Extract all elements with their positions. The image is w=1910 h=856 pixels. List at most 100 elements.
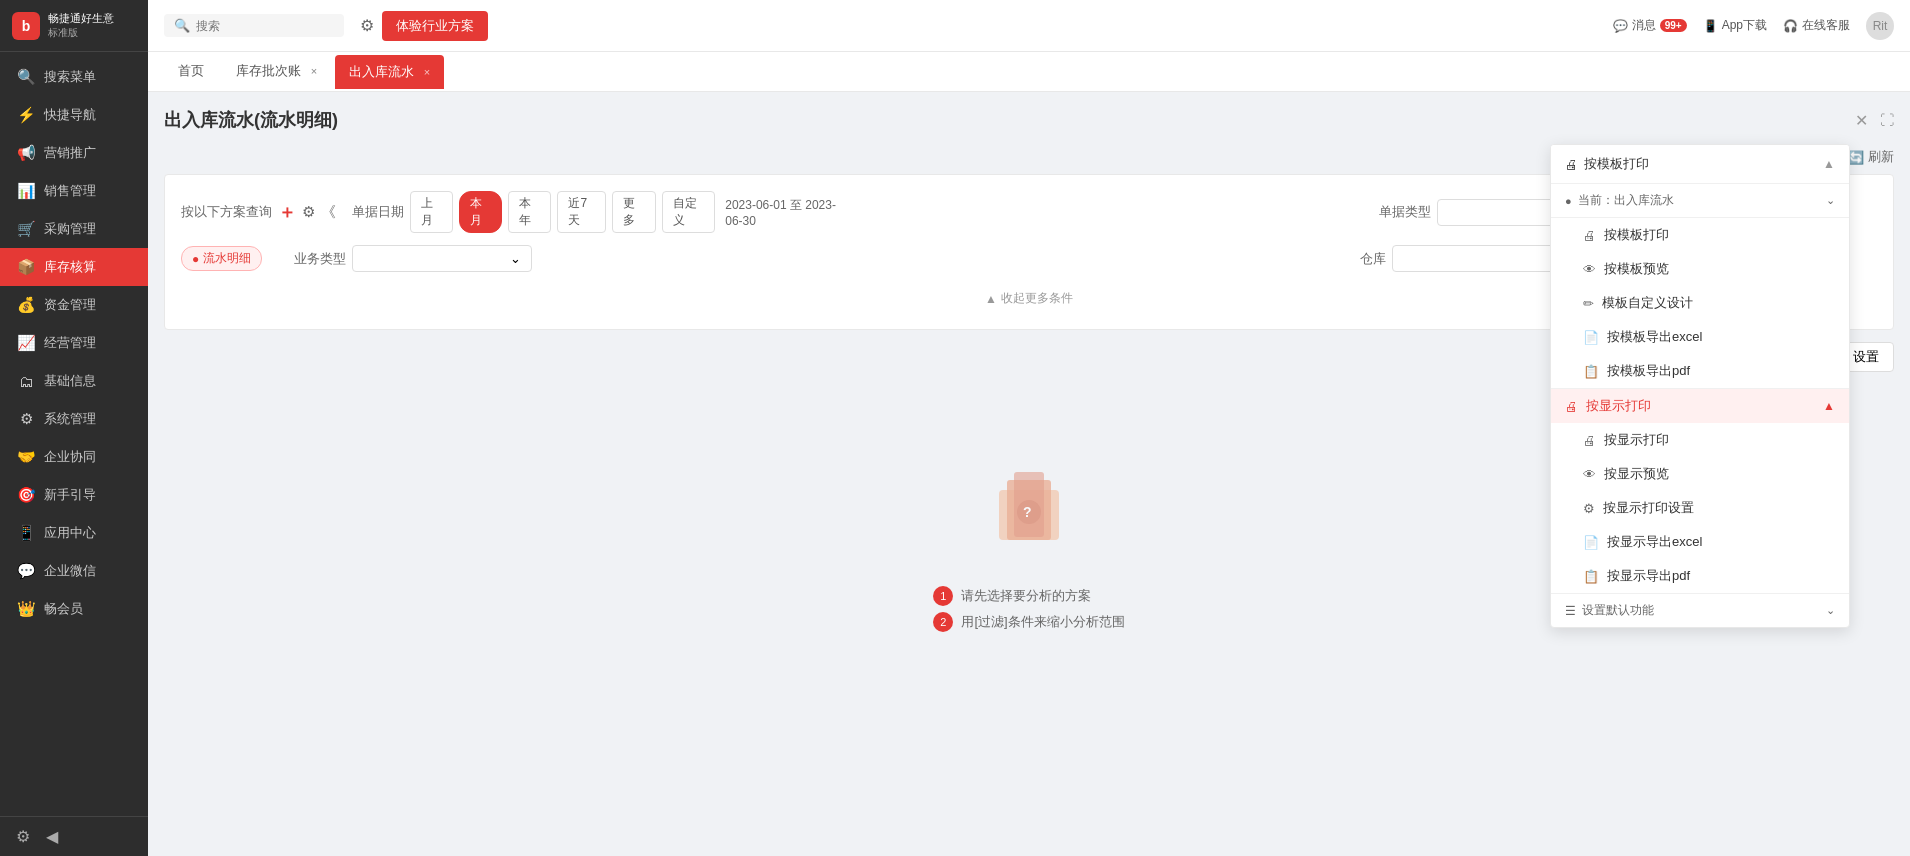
date-option-prev-month[interactable]: 上月 [410,191,453,233]
date-filter: 单据日期 上月 本月 本年 近7天 更多 自定义 2023-06-01 至 20… [352,191,850,233]
app-download-label: App下载 [1722,17,1767,34]
nav-label-operations: 经营管理 [44,334,96,352]
empty-step-2: 2 用[过滤]条件来缩小分析范围 [933,612,1124,632]
date-option-this-month[interactable]: 本月 [459,191,502,233]
dropdown-template-pdf[interactable]: 📋 按模板导出pdf [1551,354,1849,388]
sidebar-item-search[interactable]: 🔍搜索菜单 [0,58,148,96]
sidebar-item-shortcut[interactable]: ⚡快捷导航 [0,96,148,134]
nav-icon-search: 🔍 [16,68,36,86]
empty-step-1-label: 请先选择要分析的方案 [961,587,1091,605]
sidebar-item-operations[interactable]: 📈 经营管理 [0,324,148,362]
sidebar-item-newbie[interactable]: 🎯新手引导 [0,476,148,514]
dropdown-display-excel[interactable]: 📄 按显示导出excel [1551,525,1849,559]
page-expand-icon[interactable]: ⛶ [1880,112,1894,128]
business-type-label: 业务类型 [294,250,346,268]
svg-text:?: ? [1023,504,1032,520]
notification-btn[interactable]: 💬 消息 99+ [1613,17,1687,34]
display-pdf-label: 按显示导出pdf [1607,567,1690,585]
tab-batch[interactable]: 库存批次账 × [222,54,331,90]
collapse-sidebar-icon[interactable]: ◀ [46,827,58,846]
app-download-btn[interactable]: 📱 App下载 [1703,17,1767,34]
dropdown-template-excel[interactable]: 📄 按模板导出excel [1551,320,1849,354]
filter-add-btn[interactable]: ＋ [278,200,296,224]
filter-collapse-icon[interactable]: 《 [321,203,336,222]
refresh-btn[interactable]: 🔄 刷新 [1848,148,1894,166]
sidebar-item-appstore[interactable]: 📱应用中心 [0,514,148,552]
tab-flow[interactable]: 出入库流水 × [335,55,444,89]
business-type-row: 业务类型 ⌄ [294,245,811,272]
nav-icon-newbie: 🎯 [16,486,36,504]
tab-batch-close[interactable]: × [311,65,317,77]
dropdown-display-preview[interactable]: 👁 按显示预览 [1551,457,1849,491]
nav-label-finance: 资金管理 [44,296,96,314]
dropdown-display-pdf[interactable]: 📋 按显示导出pdf [1551,559,1849,593]
nav-icon-purchase: 🛒 [16,220,36,238]
collapse-label: 收起更多条件 [1001,290,1073,307]
date-option-more[interactable]: 更多 [612,191,655,233]
dropdown-set-default[interactable]: ☰ 设置默认功能 ⌄ [1551,594,1849,627]
sidebar-item-vip[interactable]: 👑畅会员 [0,590,148,628]
page-close-icon[interactable]: ✕ [1855,111,1868,130]
dropdown-display-print[interactable]: 🖨 按显示打印 [1551,423,1849,457]
template-pdf-label: 按模板导出pdf [1607,362,1690,380]
nav-icon-enterprise: 🤝 [16,448,36,466]
current-chevron: ⌄ [1826,194,1835,207]
notification-badge: 99+ [1660,19,1687,32]
dropdown-display-print-settings[interactable]: ⚙ 按显示打印设置 [1551,491,1849,525]
sidebar-item-inventory[interactable]: 📦库存核算 [0,248,148,286]
tab-home-label: 首页 [178,63,204,78]
nav-label-system: 系统管理 [44,410,96,428]
sidebar-item-finance[interactable]: 💰资金管理 [0,286,148,324]
gear-icon[interactable]: ⚙ [360,16,374,35]
display-print-label: 按显示打印 [1604,431,1669,449]
topbar-search[interactable]: 🔍 [164,14,344,37]
industry-btn[interactable]: 体验行业方案 [382,11,488,41]
nav-icon-vip: 👑 [16,600,36,618]
business-type-select[interactable]: ⌄ [352,245,532,272]
date-label: 单据日期 [352,203,404,221]
online-service-btn[interactable]: 🎧 在线客服 [1783,17,1850,34]
sidebar-item-purchase[interactable]: 🛒采购管理 [0,210,148,248]
dropdown-template-preview[interactable]: 👁 按模板预览 [1551,252,1849,286]
display-section-icon: 🖨 [1565,399,1578,414]
display-excel-label: 按显示导出excel [1607,533,1702,551]
online-service-label: 在线客服 [1802,17,1850,34]
avatar[interactable]: Rit [1866,12,1894,40]
date-option-this-year[interactable]: 本年 [508,191,551,233]
date-option-custom[interactable]: 自定义 [662,191,716,233]
template-excel-label: 按模板导出excel [1607,328,1702,346]
sidebar-item-enterprise[interactable]: 🤝企业协同 [0,438,148,476]
logo-sub: 标准版 [48,26,114,40]
sidebar-item-sales[interactable]: 📊销售管理 [0,172,148,210]
nav-icon-operations: 📈 [16,334,36,352]
filter-tag-flow[interactable]: ● 流水明细 [181,246,262,271]
search-input[interactable] [196,19,316,33]
filter-actions: 按以下方案查询 ＋ ⚙ 《 [181,200,336,224]
sidebar-item-system[interactable]: ⚙系统管理 [0,400,148,438]
display-excel-icon: 📄 [1583,535,1599,550]
template-custom-icon: ✏ [1583,296,1594,311]
date-option-7days[interactable]: 近7天 [557,191,606,233]
page-header: 出入库流水(流水明细) ✕ ⛶ [164,108,1894,132]
display-section-label: 按显示打印 [1586,397,1651,415]
set-default-icon: ☰ [1565,604,1576,618]
page-title: 出入库流水(流水明细) [164,108,338,132]
sidebar-nav: 🔍搜索菜单⚡快捷导航📢营销推广📊销售管理🛒采购管理📦库存核算💰资金管理 📈 经营管理… [0,52,148,816]
nav-label-marketing: 营销推广 [44,144,96,162]
refresh-label: 刷新 [1868,148,1894,166]
display-preview-icon: 👁 [1583,467,1596,482]
search-icon: 🔍 [174,18,190,33]
tab-home[interactable]: 首页 [164,54,218,90]
tab-flow-close[interactable]: × [424,66,430,78]
dropdown-template-custom[interactable]: ✏ 模板自定义设计 [1551,286,1849,320]
nav-icon-basic: 🗂 [16,373,36,390]
sidebar-item-basic[interactable]: 🗂基础信息 [0,362,148,400]
dropdown-template-print[interactable]: 🖨 按模板打印 [1551,218,1849,252]
page-top-right: ✕ ⛶ [1855,111,1894,130]
sidebar-item-marketing[interactable]: 📢营销推广 [0,134,148,172]
settings-bottom-icon[interactable]: ⚙ [16,827,30,846]
display-preview-label: 按显示预览 [1604,465,1669,483]
filter-settings-icon[interactable]: ⚙ [302,203,315,221]
sidebar-item-wechat[interactable]: 💬企业微信 [0,552,148,590]
dropdown-display-section-header[interactable]: 🖨 按显示打印 ▲ [1551,389,1849,423]
